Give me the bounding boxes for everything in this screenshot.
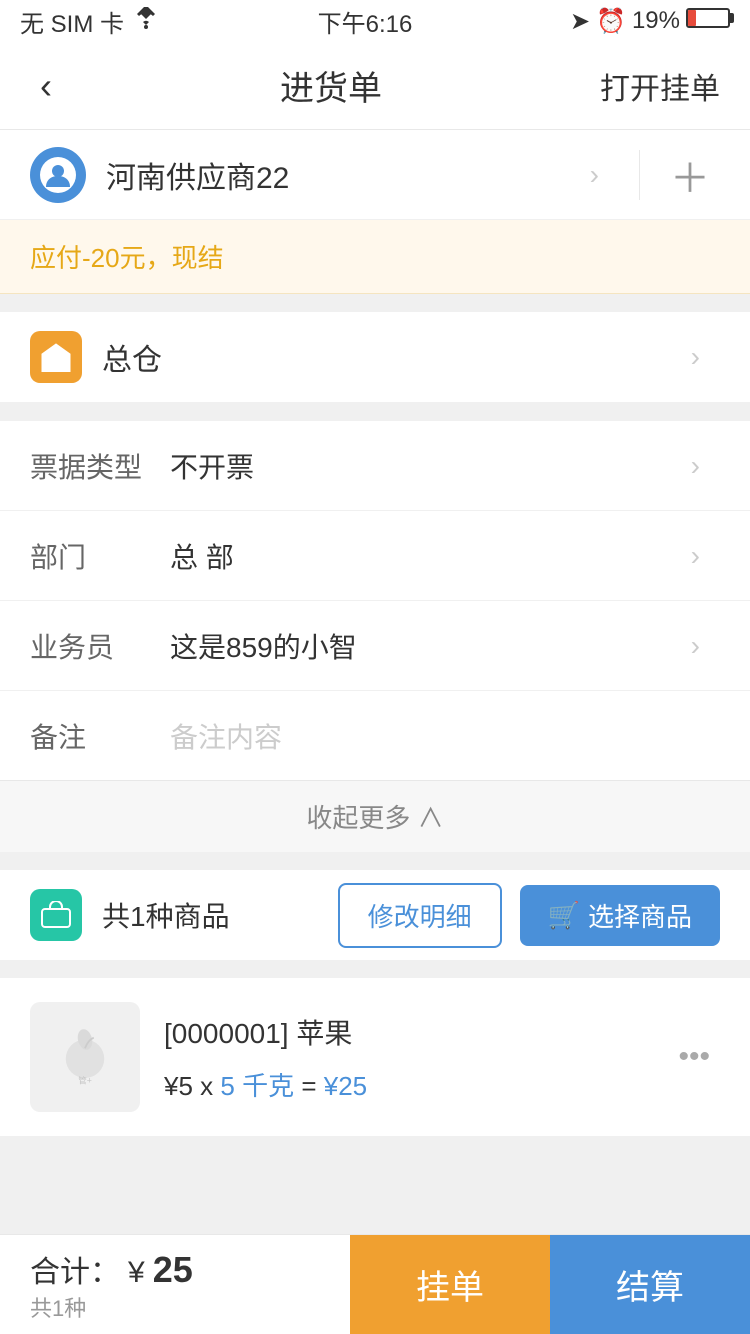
dept-chevron-icon: › bbox=[691, 540, 700, 572]
supplier-row[interactable]: 河南供应商22 › ＋ bbox=[0, 130, 750, 220]
location-icon: ➤ bbox=[570, 7, 590, 36]
remark-input[interactable]: 备注内容 bbox=[160, 716, 720, 756]
product-item-section: 管+ [0000001] 苹果 ¥5 x 5 千克 = ¥25 ••• bbox=[0, 978, 750, 1136]
product-name: [0000001] 苹果 bbox=[164, 1012, 668, 1052]
sales-value: 这是859的小智 bbox=[160, 626, 691, 666]
sales-row[interactable]: 业务员 这是859的小智 › bbox=[0, 600, 750, 690]
footer-sub: 共1种 bbox=[30, 1291, 320, 1323]
footer-info: 合计： ¥ 25 共1种 bbox=[0, 1235, 350, 1334]
remark-label: 备注 bbox=[30, 716, 160, 756]
product-info: [0000001] 苹果 ¥5 x 5 千克 = ¥25 bbox=[164, 1012, 668, 1103]
unit-price: ¥5 bbox=[164, 1071, 193, 1101]
dept-value: 总 部 bbox=[160, 536, 691, 576]
status-right: ➤ ⏰ 19% bbox=[570, 7, 730, 36]
warehouse-chevron-icon: › bbox=[691, 341, 700, 373]
add-button[interactable]: ＋ bbox=[660, 146, 720, 204]
status-left: 无 SIM 卡 bbox=[20, 4, 160, 39]
total-symbol: ¥ bbox=[128, 1256, 145, 1290]
product-code: [0000001] bbox=[164, 1018, 289, 1049]
product-title: 苹果 bbox=[296, 1018, 352, 1049]
product-qty: 5 bbox=[220, 1071, 234, 1101]
warehouse-row[interactable]: 总仓 › bbox=[0, 312, 750, 402]
content: 河南供应商22 › ＋ 应付-20元，现结 总仓 › 票据类型 不开票 › 部门… bbox=[0, 130, 750, 1136]
nav-bar: ‹ 进货单 打开挂单 bbox=[0, 42, 750, 130]
page-title: 进货单 bbox=[280, 61, 382, 110]
form-section: 票据类型 不开票 › 部门 总 部 › 业务员 这是859的小智 › 备注 备注… bbox=[0, 420, 750, 852]
product-header: 共1种商品 修改明细 🛒 选择商品 bbox=[0, 870, 750, 960]
supplier-chevron-icon: › bbox=[590, 159, 599, 191]
collapse-bar[interactable]: 收起更多 ∧ bbox=[0, 780, 750, 852]
total-amount: 25 bbox=[153, 1249, 193, 1291]
invoice-row[interactable]: 票据类型 不开票 › bbox=[0, 420, 750, 510]
svg-text:管+: 管+ bbox=[78, 1074, 92, 1085]
total-label: 合计： bbox=[30, 1247, 120, 1291]
battery-percent: 19% bbox=[632, 7, 680, 35]
more-button[interactable]: ••• bbox=[668, 1030, 720, 1084]
status-time: 下午6:16 bbox=[318, 4, 413, 39]
dept-label: 部门 bbox=[30, 536, 160, 576]
info-banner: 应付-20元，现结 bbox=[0, 220, 750, 294]
multiply-sign: x bbox=[200, 1071, 220, 1101]
supplier-section: 河南供应商22 › ＋ 应付-20元，现结 bbox=[0, 130, 750, 294]
carrier-label: 无 SIM 卡 bbox=[20, 4, 124, 39]
pending-button[interactable]: 挂单 bbox=[350, 1235, 550, 1334]
footer-total: 合计： ¥ 25 bbox=[30, 1247, 320, 1291]
product-item: 管+ [0000001] 苹果 ¥5 x 5 千克 = ¥25 ••• bbox=[0, 978, 750, 1136]
select-product-label: 选择商品 bbox=[588, 897, 692, 934]
back-button[interactable]: ‹ bbox=[30, 55, 62, 117]
sales-chevron-icon: › bbox=[691, 630, 700, 662]
remark-row[interactable]: 备注 备注内容 bbox=[0, 690, 750, 780]
warehouse-icon bbox=[30, 331, 82, 383]
alarm-icon: ⏰ bbox=[596, 7, 626, 36]
invoice-chevron-icon: › bbox=[691, 450, 700, 482]
invoice-value: 不开票 bbox=[160, 446, 691, 486]
sales-label: 业务员 bbox=[30, 626, 160, 666]
supplier-avatar bbox=[30, 147, 86, 203]
wifi-icon bbox=[132, 7, 160, 36]
dept-row[interactable]: 部门 总 部 › bbox=[0, 510, 750, 600]
equal-sign: = bbox=[301, 1071, 323, 1101]
select-product-icon: 🛒 bbox=[548, 900, 580, 931]
edit-detail-button[interactable]: 修改明细 bbox=[338, 883, 502, 948]
warehouse-name: 总仓 bbox=[102, 335, 691, 379]
invoice-label: 票据类型 bbox=[30, 446, 160, 486]
product-price: ¥5 x 5 千克 = ¥25 bbox=[164, 1066, 668, 1103]
status-bar: 无 SIM 卡 下午6:16 ➤ ⏰ 19% bbox=[0, 0, 750, 42]
supplier-name: 河南供应商22 bbox=[106, 153, 590, 197]
avatar-icon bbox=[40, 157, 76, 193]
product-count: 共1种商品 bbox=[102, 895, 338, 935]
footer: 合计： ¥ 25 共1种 挂单 结算 bbox=[0, 1234, 750, 1334]
warehouse-section: 总仓 › bbox=[0, 312, 750, 402]
battery-icon bbox=[686, 7, 730, 35]
product-thumbnail: 管+ bbox=[30, 1002, 140, 1112]
divider bbox=[639, 150, 640, 200]
open-pending-button[interactable]: 打开挂单 bbox=[600, 64, 720, 108]
select-product-button[interactable]: 🛒 选择商品 bbox=[520, 885, 720, 946]
product-unit: 千克 bbox=[242, 1071, 294, 1101]
product-icon bbox=[30, 889, 82, 941]
product-total: ¥25 bbox=[324, 1071, 367, 1101]
settle-button[interactable]: 结算 bbox=[550, 1235, 750, 1334]
collapse-label: 收起更多 ∧ bbox=[306, 798, 443, 835]
products-section: 共1种商品 修改明细 🛒 选择商品 bbox=[0, 870, 750, 960]
